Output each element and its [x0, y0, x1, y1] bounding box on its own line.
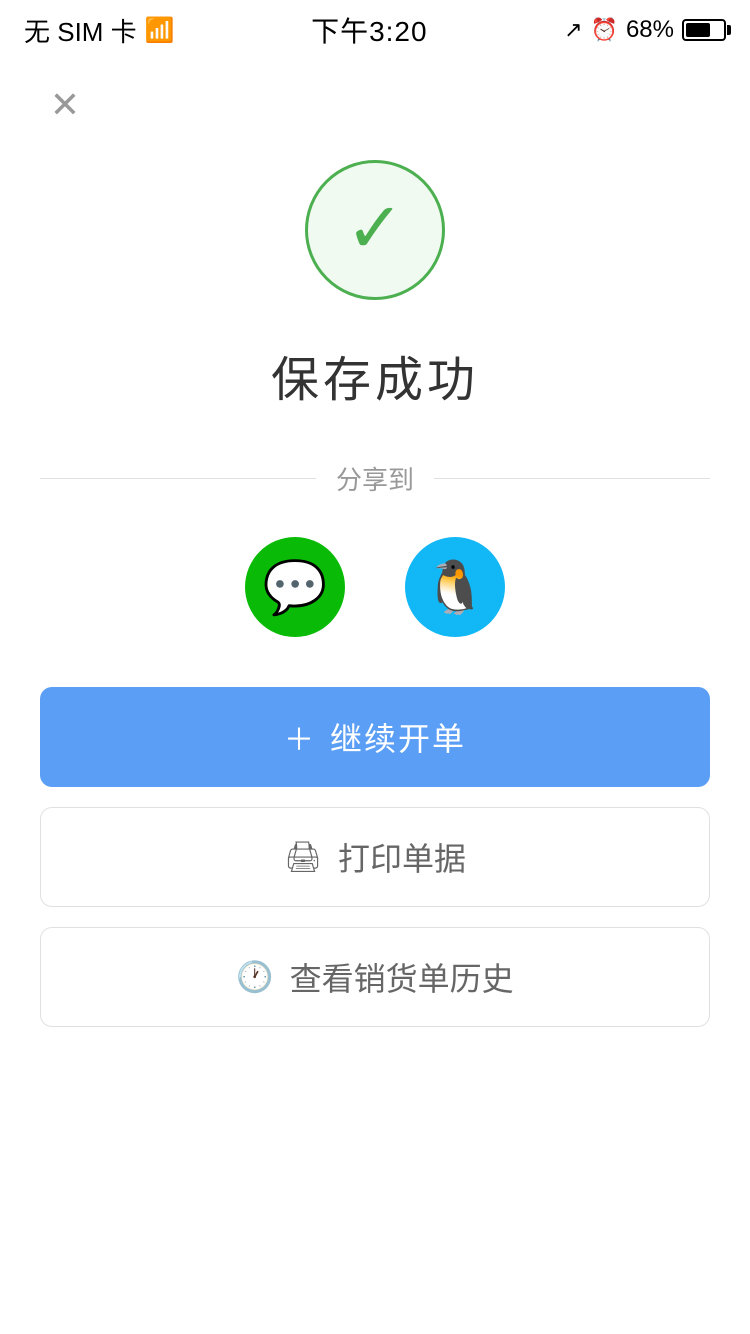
status-time: 下午3:20: [311, 10, 428, 50]
status-bar: 无 SIM 卡 📶 下午3:20 ↗ ⏰ 68%: [0, 0, 750, 60]
print-button[interactable]: 🖨 打印单据: [40, 807, 710, 907]
share-section: 分享到 💬 🐧: [40, 460, 710, 637]
wechat-share-button[interactable]: 💬: [245, 537, 345, 637]
history-button[interactable]: 🕐 查看销货单历史: [40, 927, 710, 1027]
no-sim-text: 无 SIM 卡: [24, 12, 137, 49]
success-section: ✓ 保存成功: [40, 160, 710, 410]
action-buttons: ＋ 继续开单 🖨 打印单据 🕐 查看销货单历史: [40, 687, 710, 1027]
wechat-icon: 💬: [263, 557, 328, 618]
close-icon: ✕: [50, 87, 80, 123]
battery-percent: 68%: [626, 16, 674, 44]
continue-order-button[interactable]: ＋ 继续开单: [40, 687, 710, 787]
printer-icon: 🖨: [284, 840, 322, 875]
share-divider: 分享到: [40, 460, 710, 497]
history-label: 查看销货单历史: [290, 954, 514, 1000]
checkmark-icon: ✓: [346, 193, 405, 263]
location-icon: ↗: [564, 17, 582, 43]
success-title: 保存成功: [271, 340, 479, 410]
history-icon: 🕐: [236, 960, 273, 995]
wifi-icon: 📶: [145, 16, 175, 45]
status-left: 无 SIM 卡 📶: [24, 12, 175, 49]
alarm-icon: ⏰: [591, 17, 618, 43]
qq-icon: 🐧: [423, 557, 488, 618]
page-content: ✕ ✓ 保存成功 分享到 💬 🐧 ＋ 继续开单 🖨: [0, 60, 750, 1027]
continue-order-label: 继续开单: [330, 714, 466, 760]
share-label: 分享到: [316, 460, 434, 497]
qq-share-button[interactable]: 🐧: [405, 537, 505, 637]
plus-icon: ＋: [284, 715, 314, 759]
battery-icon: [682, 19, 726, 41]
divider-right: [434, 478, 710, 479]
share-icons: 💬 🐧: [40, 537, 710, 637]
status-right: ↗ ⏰ 68%: [564, 16, 726, 44]
divider-left: [40, 478, 316, 479]
close-button[interactable]: ✕: [40, 80, 90, 130]
print-label: 打印单据: [338, 834, 466, 880]
success-circle: ✓: [305, 160, 445, 300]
